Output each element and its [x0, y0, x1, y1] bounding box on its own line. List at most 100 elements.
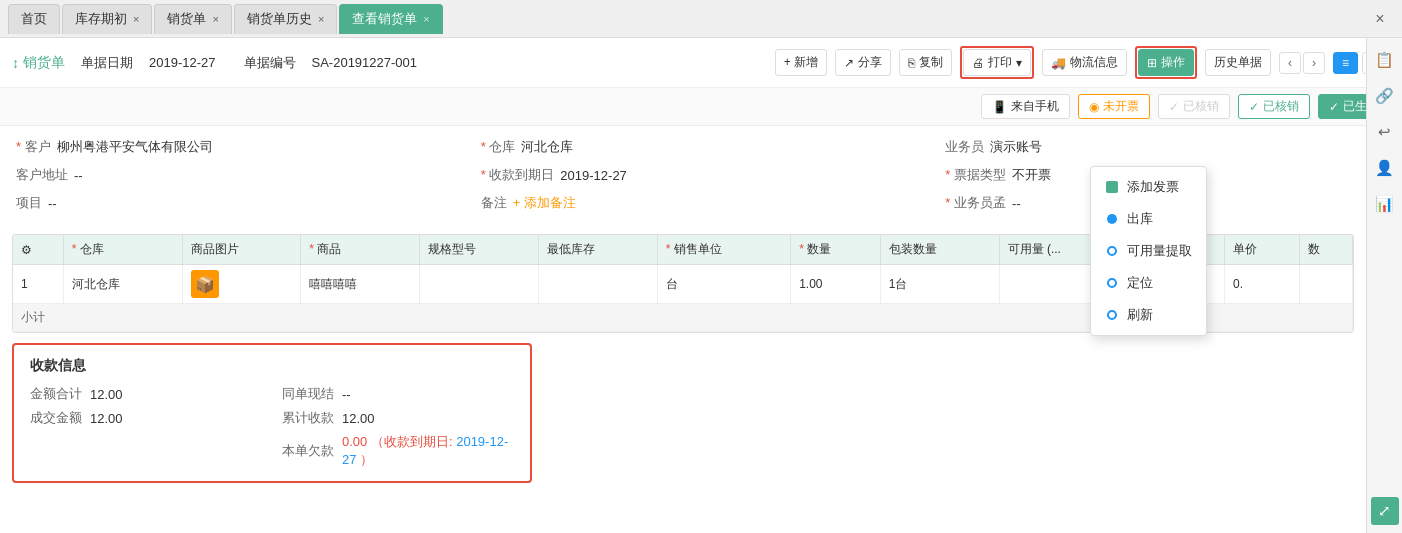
- check-icon: ✓: [1169, 100, 1179, 114]
- tab-inventory-init-close[interactable]: ×: [133, 13, 139, 25]
- doc-type-icon: ↕ 销货单: [12, 54, 65, 72]
- payment-date-value: 2019-12-27: [560, 168, 627, 183]
- cancelled-btn[interactable]: ✓ 已核销: [1238, 94, 1310, 119]
- right-sidebar: 📋 🔗 ↩ 👤 📊 ⤢: [1366, 38, 1402, 533]
- sidebar-icon-3[interactable]: ↩: [1371, 118, 1399, 146]
- balance-value: 0.00 （收款到期日: 2019-12-27 ）: [342, 433, 514, 469]
- available-qty-icon: [1105, 244, 1119, 258]
- staff-field: 业务员 演示账号: [945, 138, 1386, 156]
- cancelled-icon: ✓: [1249, 100, 1259, 114]
- effective-icon: ✓: [1329, 100, 1339, 114]
- doc-header: ↕ 销货单 单据日期 2019-12-27 单据编号 SA-20191227-0…: [0, 38, 1402, 88]
- phone-icon: 📱: [992, 100, 1007, 114]
- same-order-label: 同单现结: [282, 385, 334, 403]
- customer-value: 柳州粤港平安气体有限公司: [57, 138, 213, 156]
- sidebar-icon-4[interactable]: 👤: [1371, 154, 1399, 182]
- payment-grid: 金额合计 12.00 同单现结 -- 成交金额 12.00 累计收款 12.00: [30, 385, 514, 469]
- tab-sales-order[interactable]: 销货单 ×: [154, 4, 231, 34]
- sidebar-icon-1[interactable]: 📋: [1371, 46, 1399, 74]
- list-view-btn[interactable]: ≡: [1333, 52, 1358, 74]
- row-min-stock: [538, 265, 657, 304]
- history-button[interactable]: 历史单据: [1205, 49, 1271, 76]
- doc-number-value: SA-20191227-001: [312, 55, 418, 70]
- warehouse-value: 河北仓库: [521, 138, 573, 156]
- tab-bar-close-button[interactable]: ×: [1366, 5, 1394, 33]
- row-unit-price: 0.: [1224, 265, 1299, 304]
- tab-sales-history-close[interactable]: ×: [318, 13, 324, 25]
- col-product-img: 商品图片: [182, 235, 301, 265]
- check-btn[interactable]: ✓ 已核销: [1158, 94, 1230, 119]
- tab-home[interactable]: 首页: [8, 4, 60, 34]
- customer-field: 客户 柳州粤港平安气体有限公司: [16, 138, 457, 156]
- dropdown-refresh[interactable]: 刷新: [1091, 299, 1206, 331]
- operations-button[interactable]: ⊞ 操作: [1138, 49, 1194, 76]
- dropdown-locate[interactable]: 定位: [1091, 267, 1206, 299]
- row-spec: [420, 265, 539, 304]
- col-sales-unit: 销售单位: [657, 235, 790, 265]
- cumulative-value: 12.00: [342, 411, 375, 426]
- share-button[interactable]: ↗ 分享: [835, 49, 891, 76]
- status-bar: 📱 来自手机 ◉ 未开票 ✓ 已核销 ✓ 已核销 ✓ 已生效: [0, 88, 1402, 126]
- dropdown-available-qty[interactable]: 可用量提取: [1091, 235, 1206, 267]
- not-opened-btn[interactable]: ◉ 未开票: [1078, 94, 1150, 119]
- nav-prev[interactable]: ‹: [1279, 52, 1301, 74]
- notes-label: 备注: [481, 194, 507, 212]
- tab-inventory-init[interactable]: 库存期初 ×: [62, 4, 152, 34]
- address-value: --: [74, 168, 83, 183]
- sidebar-icon-5[interactable]: 📊: [1371, 190, 1399, 218]
- payment-cumulative: 累计收款 12.00: [282, 409, 514, 427]
- doc-date-label: 单据日期: [81, 54, 133, 72]
- same-order-value: --: [342, 387, 351, 402]
- nav-next[interactable]: ›: [1303, 52, 1325, 74]
- doc-type-label: 销货单: [23, 54, 65, 72]
- outbound-icon: [1105, 212, 1119, 226]
- cumulative-label: 累计收款: [282, 409, 334, 427]
- tab-view-sales[interactable]: 查看销货单 ×: [339, 4, 442, 34]
- staff-label: 业务员: [945, 138, 984, 156]
- dropdown-outbound[interactable]: 出库: [1091, 203, 1206, 235]
- operations-highlight: ⊞ 操作: [1135, 46, 1197, 79]
- col-package-qty: 包装数量: [880, 235, 999, 265]
- total-value: 12.00: [90, 387, 123, 402]
- tab-view-sales-close[interactable]: ×: [423, 13, 429, 25]
- payment-info-box: 收款信息 金额合计 12.00 同单现结 -- 成交金额 12.00 累计收款 …: [12, 343, 532, 483]
- row-index: 1: [13, 265, 63, 304]
- doc-actions: + 新增 ↗ 分享 ⎘ 复制 🖨 打印 ▾ 🚚: [775, 46, 1390, 79]
- project-value: --: [48, 196, 57, 211]
- tab-bar: 首页 库存期初 × 销货单 × 销货单历史 × 查看销货单 × ×: [0, 0, 1402, 38]
- row-sales-unit: 台: [657, 265, 790, 304]
- sidebar-icon-2[interactable]: 🔗: [1371, 82, 1399, 110]
- payment-transaction: 成交金额 12.00: [30, 409, 262, 427]
- sidebar-expand-btn[interactable]: ⤢: [1371, 497, 1399, 525]
- print-button[interactable]: 🖨 打印 ▾: [963, 49, 1031, 76]
- warehouse-field: 仓库 河北仓库: [481, 138, 922, 156]
- from-phone-btn[interactable]: 📱 来自手机: [981, 94, 1070, 119]
- form-row-1: 客户 柳州粤港平安气体有限公司 仓库 河北仓库 业务员 演示账号: [16, 138, 1386, 156]
- col-product: 商品: [301, 235, 420, 265]
- project-field: 项目 --: [16, 194, 457, 212]
- col-quantity: 数量: [791, 235, 881, 265]
- staff-value: 演示账号: [990, 138, 1042, 156]
- copy-icon: ⎘: [908, 56, 915, 70]
- new-button[interactable]: + 新增: [775, 49, 827, 76]
- ticket-icon: ◉: [1089, 100, 1099, 114]
- salesperson-label: 业务员孟: [945, 194, 1006, 212]
- col-settings[interactable]: ⚙: [13, 235, 63, 265]
- logistics-button[interactable]: 🚚 物流信息: [1042, 49, 1127, 76]
- copy-button[interactable]: ⎘ 复制: [899, 49, 952, 76]
- payment-balance: 本单欠款 0.00 （收款到期日: 2019-12-27 ）: [282, 433, 514, 469]
- ticket-label: 票据类型: [945, 166, 1006, 184]
- notes-field: 备注 + 添加备注: [481, 194, 922, 212]
- address-field: 客户地址 --: [16, 166, 457, 184]
- tab-sales-history[interactable]: 销货单历史 ×: [234, 4, 337, 34]
- row-product: 嘻嘻嘻嘻: [301, 265, 420, 304]
- add-note-button[interactable]: + 添加备注: [513, 194, 576, 212]
- dropdown-add-invoice[interactable]: 添加发票: [1091, 171, 1206, 203]
- tab-sales-order-close[interactable]: ×: [212, 13, 218, 25]
- col-min-stock: 最低库存: [538, 235, 657, 265]
- col-unit-price: 单价: [1224, 235, 1299, 265]
- payment-date-field: 收款到期日 2019-12-27: [481, 166, 922, 184]
- locate-icon: [1105, 276, 1119, 290]
- ticket-value: 不开票: [1012, 166, 1051, 184]
- row-package-qty: 1台: [880, 265, 999, 304]
